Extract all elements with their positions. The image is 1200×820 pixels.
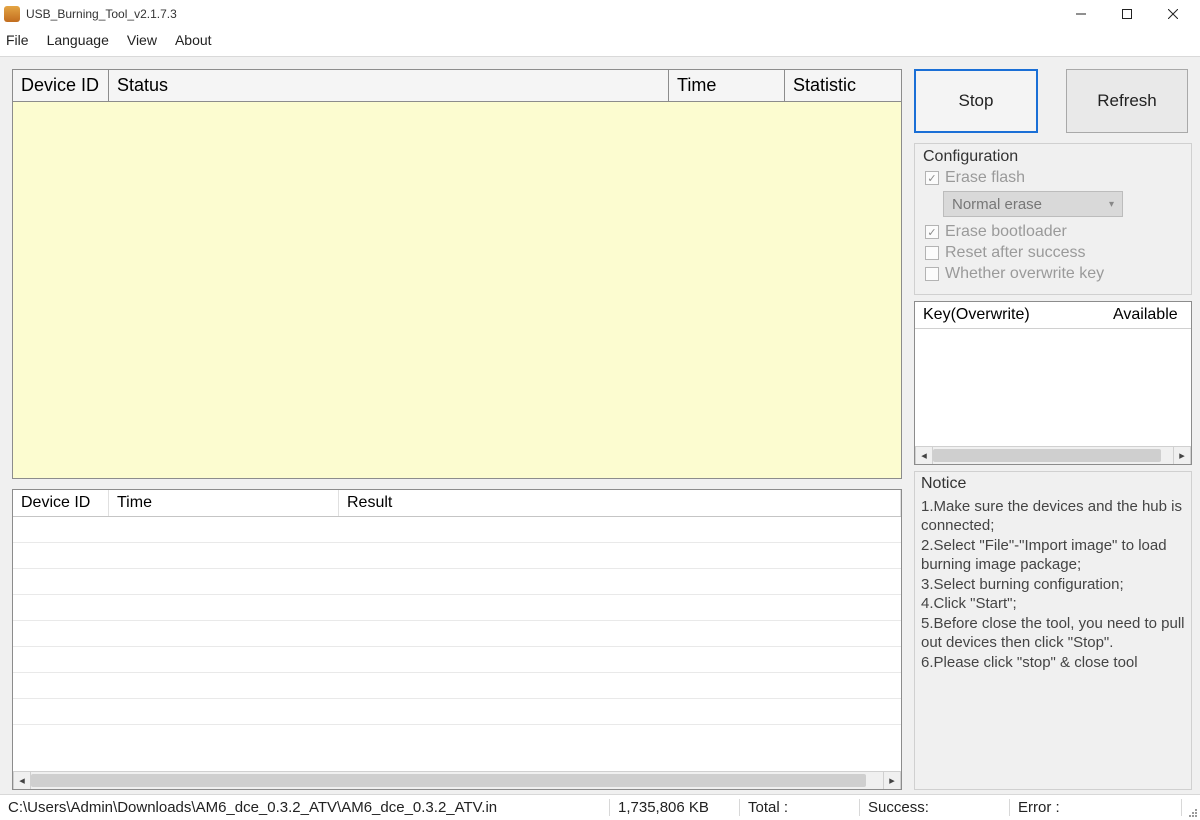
device-status-header-row: Device ID Status Time Statistic bbox=[13, 70, 901, 102]
menu-bar: File Language View About bbox=[0, 28, 1200, 56]
col2-device-id[interactable]: Device ID bbox=[13, 490, 109, 516]
table-row bbox=[13, 621, 901, 647]
col-available[interactable]: Available bbox=[1105, 302, 1191, 328]
device-status-grid[interactable]: Device ID Status Time Statistic bbox=[12, 69, 902, 479]
table-row bbox=[13, 543, 901, 569]
scroll-left-icon[interactable]: ◂ bbox=[915, 447, 933, 464]
notice-line: 3.Select burning configuration; bbox=[921, 575, 1185, 595]
title-bar: USB_Burning_Tool_v2.1.7.3 bbox=[0, 0, 1200, 28]
stop-button[interactable]: Stop bbox=[914, 69, 1038, 133]
key-hscrollbar[interactable]: ◂ ▸ bbox=[915, 446, 1191, 464]
configuration-group: Configuration ✓ Erase flash Normal erase… bbox=[914, 143, 1192, 295]
app-icon bbox=[4, 6, 20, 22]
erase-flash-option[interactable]: ✓ Erase flash bbox=[925, 169, 1183, 187]
table-row bbox=[13, 595, 901, 621]
notice-line: 2.Select "File"-"Import image" to load b… bbox=[921, 536, 1185, 575]
scroll-track[interactable] bbox=[31, 772, 883, 789]
col-statistic[interactable]: Statistic bbox=[785, 70, 901, 102]
overwrite-key-option[interactable]: Whether overwrite key bbox=[925, 265, 1183, 283]
scroll-thumb[interactable] bbox=[31, 774, 866, 787]
notice-line: 1.Make sure the devices and the hub is c… bbox=[921, 497, 1185, 536]
notice-line: 4.Click "Start"; bbox=[921, 594, 1185, 614]
maximize-icon bbox=[1122, 9, 1132, 19]
erase-mode-combo[interactable]: Normal erase ▾ bbox=[943, 191, 1123, 217]
reset-after-success-option[interactable]: Reset after success bbox=[925, 244, 1183, 262]
notice-line: 5.Before close the tool, you need to pul… bbox=[921, 614, 1185, 653]
close-button[interactable] bbox=[1150, 0, 1196, 28]
status-path: C:\Users\Admin\Downloads\AM6_dce_0.3.2_A… bbox=[0, 799, 610, 816]
minimize-icon bbox=[1076, 9, 1086, 19]
status-success: Success: bbox=[860, 799, 1010, 816]
minimize-button[interactable] bbox=[1058, 0, 1104, 28]
col2-result[interactable]: Result bbox=[339, 490, 901, 516]
scroll-right-icon[interactable]: ▸ bbox=[1173, 447, 1191, 464]
col-key[interactable]: Key(Overwrite) bbox=[915, 302, 1105, 328]
menu-view[interactable]: View bbox=[127, 32, 157, 48]
scroll-left-icon[interactable]: ◂ bbox=[13, 772, 31, 789]
left-column: Device ID Status Time Statistic Device I… bbox=[12, 69, 902, 790]
erase-flash-label: Erase flash bbox=[945, 169, 1025, 187]
col-device-id[interactable]: Device ID bbox=[13, 70, 109, 102]
configuration-legend: Configuration bbox=[923, 148, 1183, 166]
reset-after-success-label: Reset after success bbox=[945, 244, 1086, 262]
window-title: USB_Burning_Tool_v2.1.7.3 bbox=[26, 7, 1058, 21]
key-header-row: Key(Overwrite) Available bbox=[915, 302, 1191, 329]
table-row bbox=[13, 673, 901, 699]
key-overwrite-grid[interactable]: Key(Overwrite) Available ◂ ▸ bbox=[914, 301, 1192, 465]
key-body bbox=[915, 329, 1191, 446]
close-icon bbox=[1168, 9, 1178, 19]
menu-language[interactable]: Language bbox=[47, 32, 109, 48]
client-area: Device ID Status Time Statistic Device I… bbox=[0, 56, 1200, 794]
col-time[interactable]: Time bbox=[669, 70, 785, 102]
chevron-down-icon: ▾ bbox=[1109, 199, 1114, 210]
right-column: Stop Refresh Configuration ✓ Erase flash… bbox=[914, 69, 1192, 790]
result-header-row: Device ID Time Result bbox=[13, 490, 901, 517]
notice-line: 6.Please click "stop" & close tool bbox=[921, 653, 1185, 673]
status-size: 1,735,806 KB bbox=[610, 799, 740, 816]
checkbox-icon bbox=[925, 267, 939, 281]
notice-legend: Notice bbox=[921, 474, 1185, 495]
overwrite-key-label: Whether overwrite key bbox=[945, 265, 1104, 283]
checkbox-icon bbox=[925, 246, 939, 260]
menu-about[interactable]: About bbox=[175, 32, 212, 48]
scroll-thumb[interactable] bbox=[933, 449, 1161, 462]
result-grid[interactable]: Device ID Time Result ◂ bbox=[12, 489, 902, 790]
col-status[interactable]: Status bbox=[109, 70, 669, 102]
scroll-right-icon[interactable]: ▸ bbox=[883, 772, 901, 789]
menu-file[interactable]: File bbox=[6, 32, 29, 48]
result-rows bbox=[13, 517, 901, 725]
refresh-button[interactable]: Refresh bbox=[1066, 69, 1188, 133]
scroll-track[interactable] bbox=[933, 447, 1173, 464]
table-row bbox=[13, 699, 901, 725]
table-row bbox=[13, 647, 901, 673]
checkbox-icon: ✓ bbox=[925, 225, 939, 239]
erase-bootloader-label: Erase bootloader bbox=[945, 223, 1067, 241]
result-hscrollbar[interactable]: ◂ ▸ bbox=[13, 771, 901, 789]
notice-group: Notice 1.Make sure the devices and the h… bbox=[914, 471, 1192, 790]
col2-time[interactable]: Time bbox=[109, 490, 339, 516]
status-total: Total : bbox=[740, 799, 860, 816]
action-buttons: Stop Refresh bbox=[914, 69, 1192, 137]
table-row bbox=[13, 569, 901, 595]
checkbox-icon: ✓ bbox=[925, 171, 939, 185]
window-controls bbox=[1058, 0, 1196, 28]
status-error: Error : bbox=[1010, 799, 1182, 816]
device-status-body bbox=[13, 102, 901, 478]
status-bar: C:\Users\Admin\Downloads\AM6_dce_0.3.2_A… bbox=[0, 794, 1200, 820]
erase-bootloader-option[interactable]: ✓ Erase bootloader bbox=[925, 223, 1183, 241]
erase-mode-value: Normal erase bbox=[952, 196, 1042, 213]
table-row bbox=[13, 517, 901, 543]
resize-grip-icon[interactable] bbox=[1182, 795, 1200, 820]
maximize-button[interactable] bbox=[1104, 0, 1150, 28]
